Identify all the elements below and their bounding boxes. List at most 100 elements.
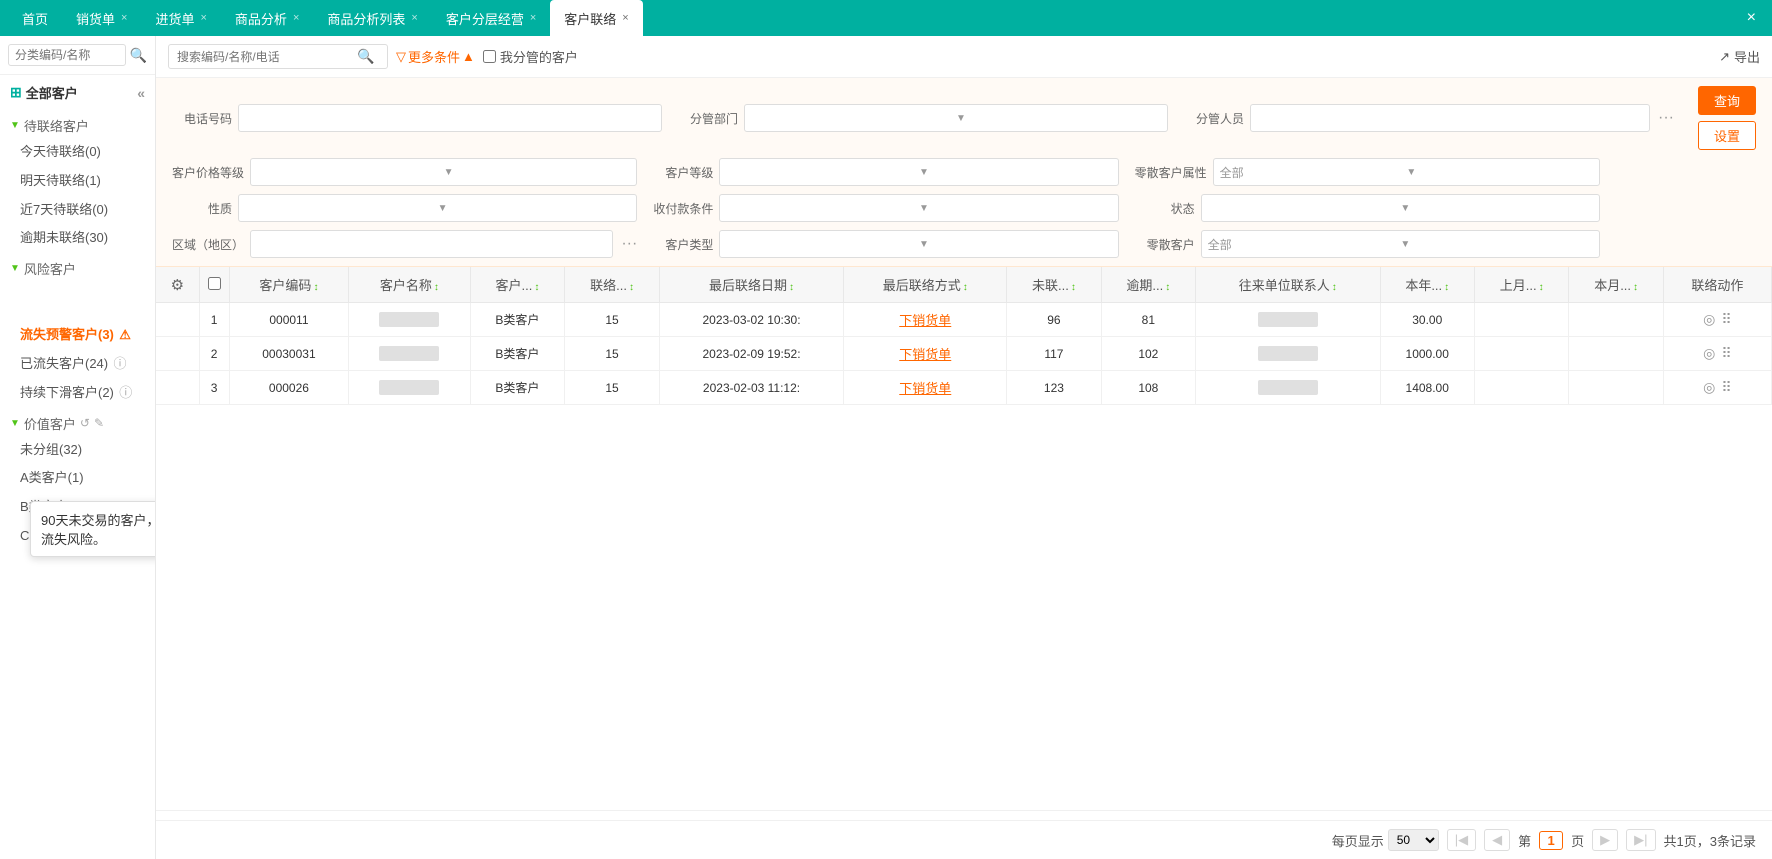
sidebar-item-tomorrow[interactable]: 明天待联络(1) (0, 167, 155, 196)
retail-attr-select[interactable]: 全部 ▼ (1213, 158, 1600, 186)
price-grade-select[interactable]: ▼ (250, 158, 637, 186)
dept-dropdown-icon: ▼ (956, 113, 1161, 124)
sidebar-search-input[interactable] (8, 44, 126, 66)
tab-customer-layer[interactable]: 客户分层经营 × (432, 0, 550, 36)
more-action-icon-2[interactable]: ⠿ (1721, 379, 1731, 396)
sidebar-group-value[interactable]: ▼ 价值客户 ↺ ✎ (0, 408, 155, 436)
tab-customer-contact[interactable]: 客户联络 × (550, 0, 642, 36)
more-action-icon-1[interactable]: ⠿ (1721, 345, 1731, 362)
sidebar-item-churned[interactable]: 已流失客户(24) ⓘ (0, 350, 155, 379)
more-conditions-button[interactable]: ▽ 更多条件 ▲ (396, 47, 475, 66)
col-header-overdue[interactable]: 逾期...↕ (1101, 267, 1195, 303)
manager-more-icon[interactable]: ··· (1658, 109, 1674, 127)
sort-icon-type: ↕ (534, 282, 539, 293)
my-customers-checkbox[interactable] (483, 50, 496, 63)
tab-analysis-list[interactable]: 商品分析列表 × (313, 0, 431, 36)
row-contact-person-0: ████ (1196, 303, 1380, 337)
tab-customer-layer-close[interactable]: × (530, 12, 536, 24)
search-icon[interactable]: 🔍 (357, 48, 374, 65)
sort-icon-this-year: ↕ (1444, 282, 1449, 293)
filter-phone: 电话号码 (172, 104, 662, 132)
region-more-icon[interactable]: ··· (621, 235, 637, 253)
col-header-last-method[interactable]: 最后联络方式↕ (844, 267, 1007, 303)
col-header-contact-person[interactable]: 往来单位联系人↕ (1196, 267, 1380, 303)
row-last-method-0[interactable]: 下销货单 (844, 303, 1007, 337)
row-this-year-2: 1408.00 (1380, 371, 1474, 405)
my-customers-filter[interactable]: 我分管的客户 (483, 47, 578, 66)
dept-select[interactable]: ▼ (744, 104, 1168, 132)
manager-select[interactable] (1250, 104, 1650, 132)
edit-icon[interactable]: ✎ (94, 416, 104, 430)
sidebar-item-a-class[interactable]: A类客户(1) (0, 464, 155, 493)
customer-type-select[interactable]: ▼ (719, 230, 1118, 258)
sidebar: 🔍 ⊞ 全部客户 « ▼ 待联络客户 今天待联络(0) 明天待联络(1) 近7天… (0, 36, 156, 859)
row-last-method-2[interactable]: 下销货单 (844, 371, 1007, 405)
sidebar-item-7days[interactable]: 近7天待联络(0) (0, 196, 155, 225)
row-last-method-1[interactable]: 下销货单 (844, 337, 1007, 371)
sidebar-item-overdue-contact[interactable]: 逾期未联络(30) (0, 224, 155, 253)
gender-select[interactable]: ▼ (238, 194, 637, 222)
sidebar-item-ungraded[interactable]: 未分组(32) (0, 436, 155, 465)
sidebar-group-pending[interactable]: ▼ 待联络客户 (0, 110, 155, 138)
contact-action-icon-1[interactable]: ◎ (1703, 345, 1715, 362)
row-contact-2: 15 (565, 371, 659, 405)
tab-purchase[interactable]: 进货单 × (141, 0, 220, 36)
col-header-unlink[interactable]: 未联...↕ (1007, 267, 1101, 303)
tab-analysis[interactable]: 商品分析 × (221, 0, 313, 36)
more-action-icon-0[interactable]: ⠿ (1721, 311, 1731, 328)
col-header-type[interactable]: 客户...↕ (470, 267, 565, 303)
sort-icon-overdue: ↕ (1165, 282, 1170, 293)
retail-customer-select[interactable]: 全部 ▼ (1201, 230, 1600, 258)
col-header-last-month[interactable]: 上月...↕ (1474, 267, 1568, 303)
payment-select[interactable]: ▼ (719, 194, 1118, 222)
first-page-button[interactable]: |◀ (1447, 829, 1476, 851)
sidebar-collapse-btn[interactable]: « (137, 85, 145, 101)
next-page-button[interactable]: ▶ (1592, 829, 1618, 851)
tab-sales[interactable]: 销货单 × (62, 0, 141, 36)
select-all-checkbox[interactable] (208, 277, 221, 290)
export-button[interactable]: ↗ 导出 (1719, 47, 1760, 66)
close-all-button[interactable]: × (1739, 9, 1764, 27)
col-header-name[interactable]: 客户名称↕ (349, 267, 470, 303)
sidebar-group-risk-label[interactable]: ▼ 风险客户 (0, 253, 155, 281)
col-header-this-month[interactable]: 本月...↕ (1569, 267, 1663, 303)
tab-purchase-close[interactable]: × (200, 12, 206, 24)
sidebar-search-icon[interactable]: 🔍 (130, 47, 147, 64)
phone-input[interactable] (238, 104, 662, 132)
page-size-select[interactable]: 50 100 200 (1388, 829, 1439, 851)
customer-grade-select[interactable]: ▼ (719, 158, 1118, 186)
row-unlink-0: 96 (1007, 303, 1101, 337)
prev-page-button[interactable]: ◀ (1484, 829, 1510, 851)
sidebar-item-today[interactable]: 今天待联络(0) (0, 138, 155, 167)
row-settings-0 (156, 303, 199, 337)
tab-analysis-list-close[interactable]: × (411, 12, 417, 24)
last-page-button[interactable]: ▶| (1626, 829, 1655, 851)
scrollbar-area[interactable] (156, 810, 1772, 820)
tab-sales-close[interactable]: × (121, 12, 127, 24)
contact-action-icon-2[interactable]: ◎ (1703, 379, 1715, 396)
tab-customer-contact-close[interactable]: × (622, 12, 628, 24)
table-row: 1 000011 ██████ B类客户 15 2023-03-02 10:30… (156, 303, 1772, 337)
tab-home[interactable]: 首页 (8, 0, 62, 36)
sort-icon-code: ↕ (313, 282, 318, 293)
region-input[interactable] (250, 230, 613, 258)
search-input[interactable] (177, 50, 357, 64)
settings-col-header[interactable]: ⚙ (156, 267, 199, 303)
col-header-code[interactable]: 客户编码↕ (229, 267, 349, 303)
gender-dropdown-icon: ▼ (438, 203, 631, 214)
col-header-this-year[interactable]: 本年...↕ (1380, 267, 1474, 303)
contact-action-icon-0[interactable]: ◎ (1703, 311, 1715, 328)
tab-analysis-close[interactable]: × (293, 12, 299, 24)
table-settings-icon[interactable]: ⚙ (171, 277, 184, 294)
customer-type-dropdown-icon: ▼ (919, 239, 1112, 250)
settings-button[interactable]: 设置 (1698, 121, 1756, 150)
sidebar-item-churn-warning[interactable]: 流失预警客户(3) ⚠ (0, 321, 155, 350)
checkbox-col-header[interactable] (199, 267, 229, 303)
sidebar-item-declining[interactable]: 持续下滑客户(2) ⓘ (0, 379, 155, 408)
query-button[interactable]: 查询 (1698, 86, 1756, 115)
col-header-last-date[interactable]: 最后联络日期↕ (659, 267, 844, 303)
refresh-icon[interactable]: ↺ (80, 416, 90, 430)
sidebar-all-customers[interactable]: ⊞ 全部客户 « (0, 75, 155, 110)
status-select[interactable]: ▼ (1201, 194, 1600, 222)
col-header-contact[interactable]: 联络...↕ (565, 267, 659, 303)
